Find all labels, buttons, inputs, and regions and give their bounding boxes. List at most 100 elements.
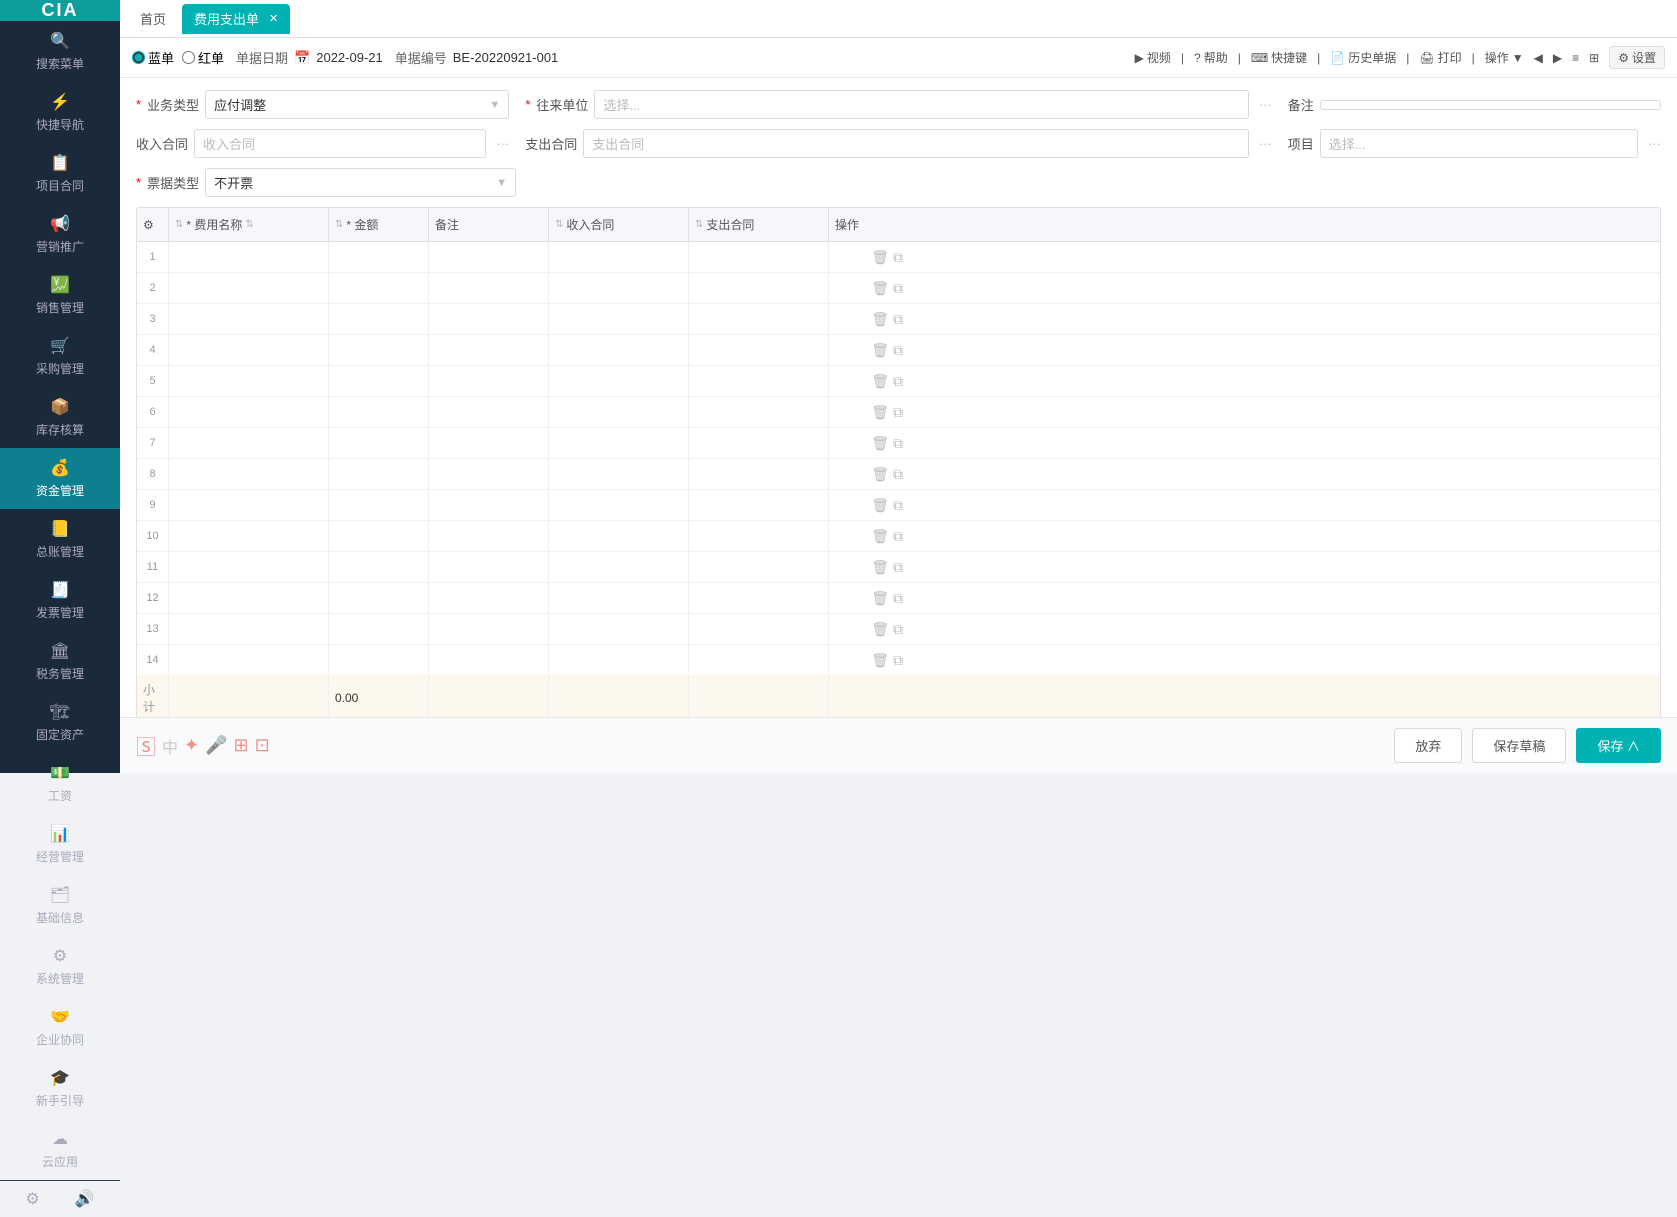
expense-sort-icon[interactable]: ⇅ (695, 219, 703, 230)
row-1-income-contract[interactable] (549, 242, 689, 272)
sidebar-item-cloud[interactable]: ☁ 云应用 (0, 1119, 120, 1180)
sort-asc-icon[interactable]: ⇅ (245, 219, 253, 230)
sidebar-item-system[interactable]: ⚙ 系统管理 (0, 936, 120, 997)
blue-single-radio[interactable]: 蓝单 (132, 48, 174, 67)
operate-btn[interactable]: 操作 ▼ (1485, 49, 1524, 66)
sidebar-item-enterprise[interactable]: 🤝 企业协同 (0, 997, 120, 1058)
save-button[interactable]: 保存 ∧ (1576, 728, 1661, 763)
copy-icon[interactable]: ⧉ (893, 373, 903, 390)
row-9-income-contract[interactable] (549, 490, 689, 520)
copy-icon[interactable]: ⧉ (893, 590, 903, 607)
invoice-type-input[interactable]: 不开票 ▼ (205, 168, 516, 197)
row-4-income-contract[interactable] (549, 335, 689, 365)
delete-icon[interactable]: 🗑 (871, 559, 889, 576)
delete-icon[interactable]: 🗑 (871, 373, 889, 390)
remark-input[interactable] (1320, 100, 1661, 110)
next-btn[interactable]: ▶ (1553, 51, 1562, 65)
settings-icon[interactable]: ⚙ (25, 1189, 39, 1209)
print-btn[interactable]: 🖨 打印 (1419, 49, 1461, 66)
row-12-income-contract[interactable] (549, 583, 689, 613)
delete-icon[interactable]: 🗑 (871, 342, 889, 359)
row-7-expense-name[interactable] (169, 428, 329, 458)
row-7-expense-contract[interactable] (689, 428, 829, 458)
row-3-remark[interactable] (429, 304, 549, 334)
row-6-amount[interactable] (329, 397, 429, 427)
copy-icon[interactable]: ⧉ (893, 342, 903, 359)
project-input[interactable]: 选择... (1320, 129, 1638, 158)
copy-icon[interactable]: ⧉ (893, 249, 903, 266)
shortcut-btn[interactable]: ⌨ 快捷键 (1251, 49, 1307, 66)
delete-icon[interactable]: 🗑 (871, 497, 889, 514)
business-type-input[interactable]: 应付调整 ▼ (205, 90, 509, 119)
row-10-income-contract[interactable] (549, 521, 689, 551)
sidebar-item-shortcut[interactable]: ⚡ 快捷导航 (0, 82, 120, 143)
income-sort-icon[interactable]: ⇅ (555, 219, 563, 230)
th-settings[interactable]: ⚙ (137, 208, 169, 241)
copy-icon[interactable]: ⧉ (893, 311, 903, 328)
row-9-expense-name[interactable] (169, 490, 329, 520)
row-11-expense-contract[interactable] (689, 552, 829, 582)
copy-icon[interactable]: ⧉ (893, 528, 903, 545)
row-6-remark[interactable] (429, 397, 549, 427)
copy-icon[interactable]: ⧉ (893, 652, 903, 669)
row-14-amount[interactable] (329, 645, 429, 675)
row-8-remark[interactable] (429, 459, 549, 489)
row-8-expense-contract[interactable] (689, 459, 829, 489)
row-12-remark[interactable] (429, 583, 549, 613)
copy-icon[interactable]: ⧉ (893, 497, 903, 514)
row-10-expense-contract[interactable] (689, 521, 829, 551)
sidebar-item-accounting[interactable]: 📒 总账管理 (0, 509, 120, 570)
sidebar-item-purchase[interactable]: 🛒 采购管理 (0, 326, 120, 387)
delete-icon[interactable]: 🗑 (871, 311, 889, 328)
copy-icon[interactable]: ⧉ (893, 404, 903, 421)
row-13-remark[interactable] (429, 614, 549, 644)
row-7-amount[interactable] (329, 428, 429, 458)
delete-icon[interactable]: 🗑 (871, 590, 889, 607)
sidebar-item-invoice[interactable]: 🧾 发票管理 (0, 570, 120, 631)
row-5-expense-contract[interactable] (689, 366, 829, 396)
row-12-expense-contract[interactable] (689, 583, 829, 613)
help-btn[interactable]: ? 帮助 (1194, 49, 1228, 66)
row-4-expense-contract[interactable] (689, 335, 829, 365)
row-7-income-contract[interactable] (549, 428, 689, 458)
row-5-income-contract[interactable] (549, 366, 689, 396)
sidebar-item-search[interactable]: 🔍 搜索菜单 (0, 21, 120, 82)
sidebar-item-tax[interactable]: 🏛 税务管理 (0, 631, 120, 692)
sidebar-item-newbie[interactable]: 🎓 新手引导 (0, 1058, 120, 1119)
row-8-amount[interactable] (329, 459, 429, 489)
history-btn[interactable]: 📄 历史单据 (1330, 49, 1396, 66)
row-2-expense-contract[interactable] (689, 273, 829, 303)
row-6-income-contract[interactable] (549, 397, 689, 427)
delete-icon[interactable]: 🗑 (871, 528, 889, 545)
row-8-expense-name[interactable] (169, 459, 329, 489)
delete-icon[interactable]: 🗑 (871, 249, 889, 266)
row-5-remark[interactable] (429, 366, 549, 396)
row-7-remark[interactable] (429, 428, 549, 458)
sidebar-item-base-info[interactable]: 🗂 基础信息 (0, 875, 120, 936)
delete-icon[interactable]: 🗑 (871, 621, 889, 638)
tab-expense[interactable]: 费用支出单 ✕ (182, 4, 290, 34)
row-10-remark[interactable] (429, 521, 549, 551)
copy-icon[interactable]: ⧉ (893, 621, 903, 638)
row-4-amount[interactable] (329, 335, 429, 365)
row-10-amount[interactable] (329, 521, 429, 551)
row-9-remark[interactable] (429, 490, 549, 520)
row-14-expense-name[interactable] (169, 645, 329, 675)
row-13-expense-contract[interactable] (689, 614, 829, 644)
delete-icon[interactable]: 🗑 (871, 466, 889, 483)
copy-icon[interactable]: ⧉ (893, 280, 903, 297)
prev-btn[interactable]: ◀ (1534, 51, 1543, 65)
save-draft-button[interactable]: 保存草稿 (1472, 728, 1566, 763)
sidebar-item-capital[interactable]: 💰 资金管理 (0, 448, 120, 509)
sidebar-item-project-contract[interactable]: 📋 项目合同 (0, 143, 120, 204)
expense-contract-input[interactable]: 支出合同 (583, 129, 1248, 158)
row-2-amount[interactable] (329, 273, 429, 303)
copy-icon[interactable]: ⧉ (893, 559, 903, 576)
discard-button[interactable]: 放弃 (1394, 728, 1462, 763)
row-11-expense-name[interactable] (169, 552, 329, 582)
row-13-amount[interactable] (329, 614, 429, 644)
row-10-expense-name[interactable] (169, 521, 329, 551)
row-12-amount[interactable] (329, 583, 429, 613)
row-2-expense-name[interactable] (169, 273, 329, 303)
row-14-expense-contract[interactable] (689, 645, 829, 675)
